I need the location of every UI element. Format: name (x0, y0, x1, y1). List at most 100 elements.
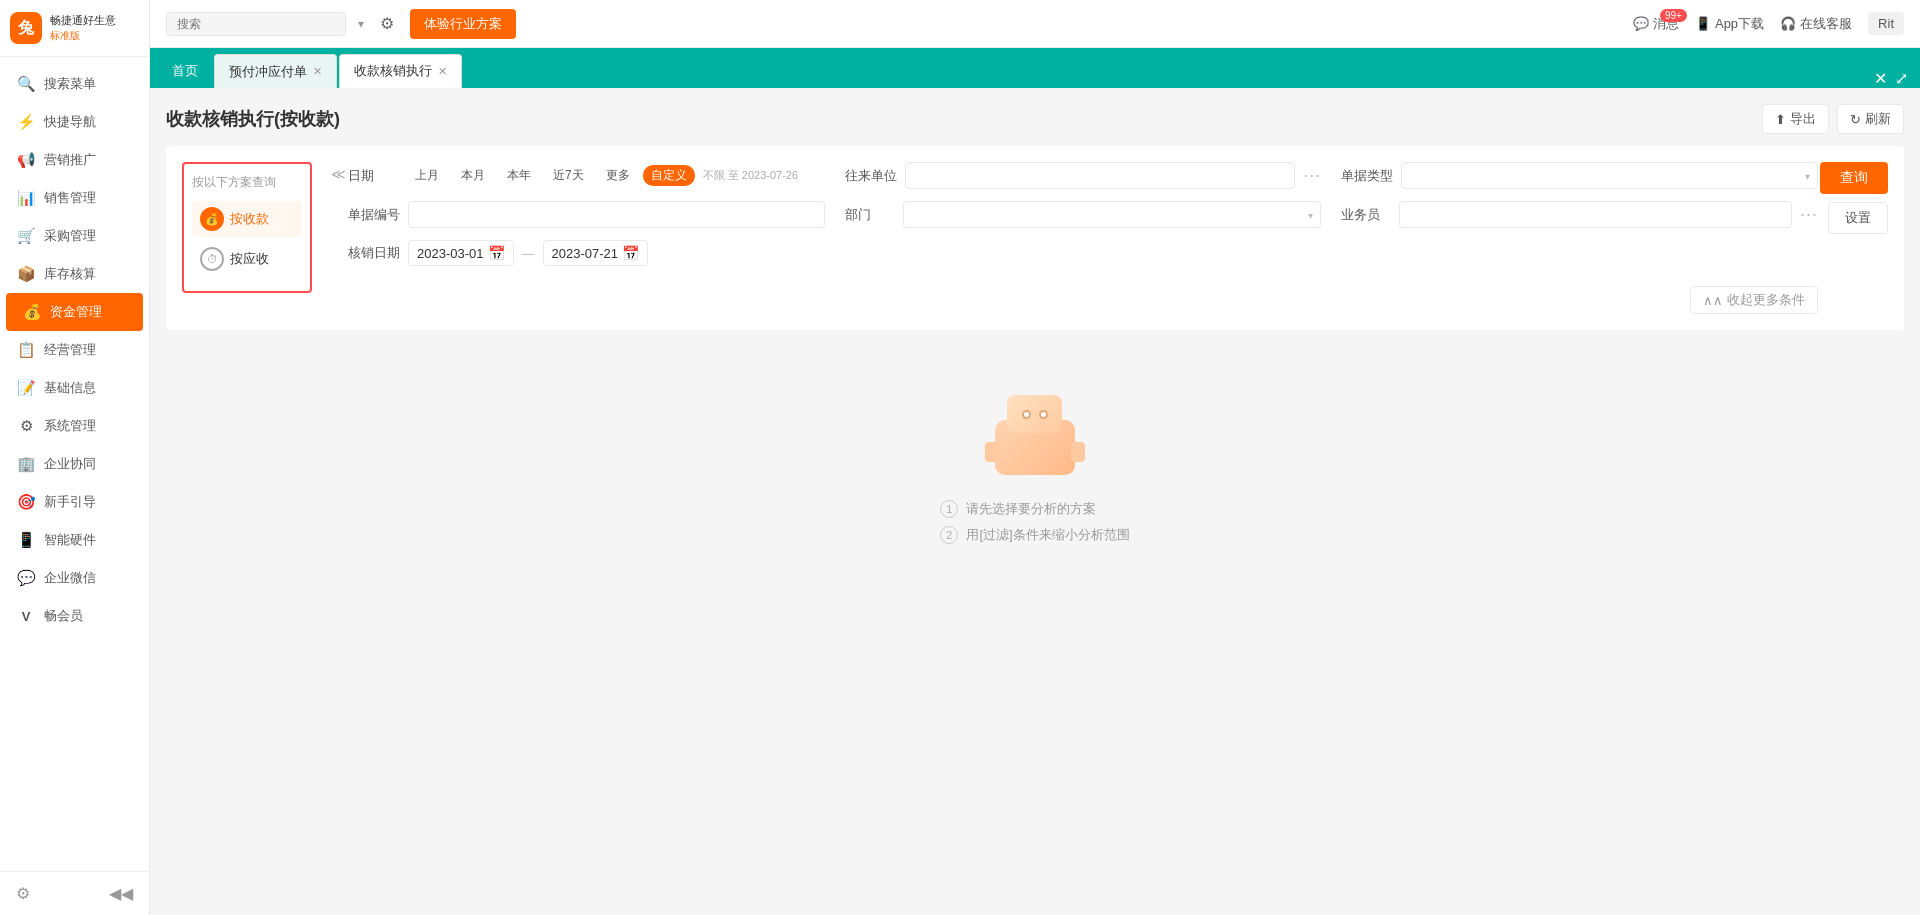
app-logo-icon: 兔 (10, 12, 42, 44)
topbar-gear-icon[interactable]: ⚙ (380, 14, 394, 33)
hint-num-1: 1 (940, 500, 958, 518)
online-service-button[interactable]: 🎧 在线客服 (1780, 15, 1852, 33)
writeoff-start-calendar-icon[interactable]: 📅 (488, 245, 505, 261)
date-this-month-btn[interactable]: 本月 (452, 164, 494, 187)
receipt-scheme-icon: 💰 (200, 207, 224, 231)
writeoff-end-calendar-icon[interactable]: 📅 (622, 245, 639, 261)
partner-input[interactable] (905, 162, 1296, 189)
writeoff-date-end[interactable]: 2023-07-21 📅 (543, 240, 649, 266)
headset-icon: 🎧 (1780, 16, 1796, 31)
sidebar-nav: 🔍 搜索菜单 ⚡ 快捷导航 📢 营销推广 📊 销售管理 🛒 采购管理 📦 库存核… (0, 57, 149, 871)
writeoff-date-label: 核销日期 (348, 244, 400, 262)
partner-filter-field: 往来单位 ··· (845, 162, 1322, 189)
sidebar-item-enterprise[interactable]: 🏢 企业协同 (0, 445, 149, 483)
sidebar-item-marketing[interactable]: 📢 营销推广 (0, 141, 149, 179)
staff-filter-field: 业务员 ··· (1341, 201, 1818, 228)
collapse-more-button[interactable]: ∧∧ 收起更多条件 (1690, 286, 1818, 314)
empty-hint-2: 2 用[过滤]条件来缩小分析范围 (940, 526, 1129, 544)
tab-receipt-writeoff-close-icon[interactable]: ✕ (438, 65, 447, 78)
content-area: 收款核销执行(按收款) ⬆ 导出 ↻ 刷新 按以下方案查询 💰 (150, 88, 1920, 915)
guide-icon: 🎯 (16, 493, 36, 511)
filter-panel: 按以下方案查询 💰 按收款 ⏱ 按应收 ≪ (166, 146, 1904, 330)
sidebar-item-smart-hw[interactable]: 📱 智能硬件 (0, 521, 149, 559)
dept-filter-field: 部门 ▾ (845, 201, 1322, 228)
sidebar-item-purchase[interactable]: 🛒 采购管理 (0, 217, 149, 255)
topbar-search-input[interactable] (166, 12, 346, 36)
industry-solution-button[interactable]: 体验行业方案 (410, 9, 516, 39)
staff-input[interactable] (1399, 201, 1792, 228)
page-header: 收款核销执行(按收款) ⬆ 导出 ↻ 刷新 (166, 104, 1904, 134)
settings-button[interactable]: 设置 (1828, 202, 1888, 234)
app-download-button[interactable]: 📱 App下载 (1695, 15, 1764, 33)
main-area: ▾ ⚙ 体验行业方案 💬 消息 99+ 📱 App下载 🎧 在线客服 Rit 首… (150, 0, 1920, 915)
empty-illustration (975, 390, 1095, 490)
staff-select-icon[interactable]: ··· (1800, 204, 1818, 225)
filter-option-by-receipt[interactable]: 💰 按收款 (192, 201, 302, 237)
tab-close-all-button[interactable]: ✕ (1874, 69, 1887, 88)
query-button[interactable]: 查询 (1820, 162, 1888, 194)
date-filter-field: 日期 上月 本月 本年 近7天 更多 自定义 不限 至 2023-07-26 (348, 164, 825, 187)
filter-row-2: 单据编号 部门 ▾ (348, 201, 1818, 228)
receivable-scheme-icon: ⏱ (200, 247, 224, 271)
sidebar-item-vip[interactable]: V 畅会员 (0, 597, 149, 635)
doc-no-label: 单据编号 (348, 206, 400, 224)
smart-hw-icon: 📱 (16, 531, 36, 549)
export-button[interactable]: ⬆ 导出 (1762, 104, 1829, 134)
doc-type-select[interactable] (1401, 162, 1818, 189)
user-menu-button[interactable]: Rit (1868, 12, 1904, 35)
settings-bottom-icon[interactable]: ⚙ (16, 884, 30, 903)
dept-select[interactable] (903, 201, 1322, 228)
page-title: 收款核销执行(按收款) (166, 107, 340, 131)
writeoff-date-start[interactable]: 2023-03-01 📅 (408, 240, 514, 266)
sidebar-item-search-menu[interactable]: 🔍 搜索菜单 (0, 65, 149, 103)
doc-no-filter-field: 单据编号 (348, 201, 825, 228)
collapse-sidebar-icon[interactable]: ◀◀ (109, 884, 133, 903)
tab-prepay[interactable]: 预付冲应付单 ✕ (214, 54, 337, 88)
date-label: 日期 (348, 167, 398, 185)
tab-home[interactable]: 首页 (158, 54, 212, 88)
date-more-btn[interactable]: 更多 (597, 164, 639, 187)
sidebar-item-basic-info[interactable]: 📝 基础信息 (0, 369, 149, 407)
robot-arm-right (1071, 442, 1085, 462)
tab-maximize-button[interactable]: ⤢ (1895, 69, 1908, 88)
sidebar-item-finance[interactable]: 💰 资金管理 (6, 293, 143, 331)
sidebar-item-guide[interactable]: 🎯 新手引导 (0, 483, 149, 521)
doc-type-select-wrap: ▾ (1401, 162, 1818, 189)
hint-num-2: 2 (940, 526, 958, 544)
date-last-7-days-btn[interactable]: 近7天 (544, 164, 593, 187)
topbar-chevron-icon[interactable]: ▾ (358, 17, 364, 31)
filter-row-1: 日期 上月 本月 本年 近7天 更多 自定义 不限 至 2023-07-26 (348, 162, 1818, 189)
sidebar-logo: 兔 畅捷通好生意 标准版 (0, 0, 149, 57)
tab-prepay-close-icon[interactable]: ✕ (313, 65, 322, 78)
tab-receipt-writeoff[interactable]: 收款核销执行 ✕ (339, 54, 462, 88)
query-btn-area: 查询 设置 (1818, 162, 1888, 314)
filter-selector-collapse-btn[interactable]: ≪ (328, 162, 348, 182)
sidebar-item-system[interactable]: ⚙ 系统管理 (0, 407, 149, 445)
date-this-year-btn[interactable]: 本年 (498, 164, 540, 187)
filter-option-by-receivable[interactable]: ⏱ 按应收 (192, 241, 302, 277)
dept-label: 部门 (845, 206, 895, 224)
sidebar-item-sales[interactable]: 📊 销售管理 (0, 179, 149, 217)
date-last-month-btn[interactable]: 上月 (406, 164, 448, 187)
message-badge: 99+ (1660, 9, 1687, 22)
operations-icon: 📋 (16, 341, 36, 359)
enterprise-icon: 🏢 (16, 455, 36, 473)
doc-no-input[interactable] (408, 201, 825, 228)
refresh-button[interactable]: ↻ 刷新 (1837, 104, 1904, 134)
page-actions: ⬆ 导出 ↻ 刷新 (1762, 104, 1904, 134)
staff-label: 业务员 (1341, 206, 1391, 224)
sidebar-item-operations[interactable]: 📋 经营管理 (0, 331, 149, 369)
sidebar-item-quick-nav[interactable]: ⚡ 快捷导航 (0, 103, 149, 141)
topbar-right: 💬 消息 99+ 📱 App下载 🎧 在线客服 Rit (1633, 12, 1904, 35)
sidebar: 兔 畅捷通好生意 标准版 🔍 搜索菜单 ⚡ 快捷导航 📢 营销推广 📊 销售管理… (0, 0, 150, 915)
tabbar-right-actions: ✕ ⤢ (1862, 69, 1920, 88)
vip-icon: V (16, 609, 36, 624)
partner-select-icon[interactable]: ··· (1303, 165, 1321, 186)
system-icon: ⚙ (16, 417, 36, 435)
refresh-icon: ↻ (1850, 112, 1861, 127)
partner-label: 往来单位 (845, 167, 897, 185)
date-custom-badge[interactable]: 自定义 (643, 165, 695, 186)
messages-button[interactable]: 💬 消息 99+ (1633, 15, 1679, 33)
sidebar-item-wechat[interactable]: 💬 企业微信 (0, 559, 149, 597)
sidebar-item-inventory[interactable]: 📦 库存核算 (0, 255, 149, 293)
